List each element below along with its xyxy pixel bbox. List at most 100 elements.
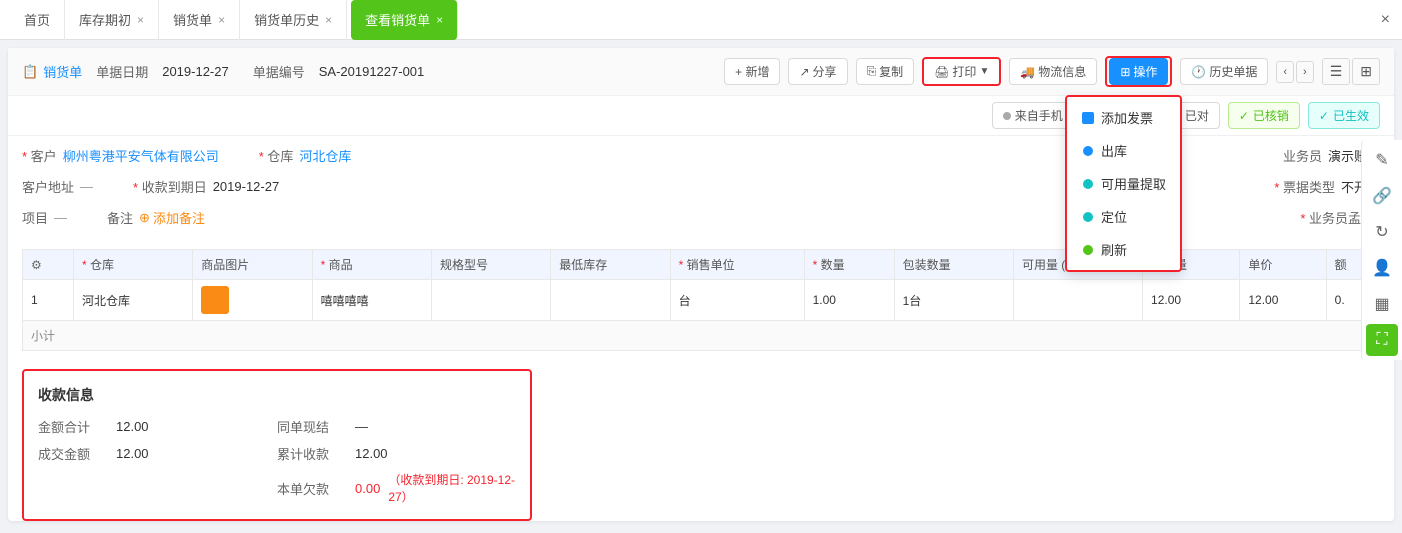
payment-date-value: 2019-12-27 <box>213 179 280 194</box>
table-sidebar-icon[interactable]: ▦ <box>1366 288 1398 320</box>
total-amount-row: 金额合计 12.00 <box>38 417 277 436</box>
add-invoice-item[interactable]: 添加发票 <box>1067 101 1180 134</box>
new-button[interactable]: + 新增 <box>724 58 780 85</box>
row-image-cell <box>193 280 312 321</box>
edit-sidebar-icon[interactable]: ✎ <box>1366 144 1398 176</box>
row-quantity-cell: 1.00 <box>804 280 894 321</box>
doc-type-tag: 📋 销货单 <box>22 62 82 81</box>
effective-check-icon: ✓ <box>1319 109 1329 123</box>
address-value: — <box>80 179 93 194</box>
tab-view-sales-order-close[interactable]: × <box>436 13 443 27</box>
refresh-item[interactable]: 刷新 <box>1067 233 1180 266</box>
right-sidebar: ✎ 🔗 ↻ 👤 ▦ ⛶ <box>1361 140 1402 360</box>
already-sold-label: 已核销 <box>1253 107 1289 124</box>
add-note-button[interactable]: ⊕ 添加备注 <box>139 208 205 227</box>
tab-bar: 首页 库存期初 × 销货单 × 销货单历史 × 查看销货单 × × <box>0 0 1402 40</box>
payment-date-label: 收款到期日 <box>133 177 207 196</box>
address-field: 客户地址 — <box>22 177 93 196</box>
customer-value[interactable]: 柳州粤港平安气体有限公司 <box>63 146 219 165</box>
row-price-cell: 12.00 <box>1240 280 1326 321</box>
tab-inventory-init-close[interactable]: × <box>137 13 144 27</box>
warehouse-label: 仓库 <box>259 146 294 165</box>
staff-label: 业务员 <box>1283 146 1322 165</box>
grid-view-button[interactable]: ⊞ <box>1352 58 1380 85</box>
row-unit-cell: 台 <box>670 280 804 321</box>
share-icon: ↗ <box>799 65 809 79</box>
user-circle-sidebar-icon[interactable]: 👤 <box>1366 252 1398 284</box>
cumulative-label: 累计收款 <box>277 444 347 463</box>
next-arrow[interactable]: › <box>1296 61 1314 83</box>
doc-type-icon: 📋 <box>22 64 38 80</box>
prev-arrow[interactable]: ‹ <box>1276 61 1294 83</box>
total-amount-label: 金额合计 <box>38 417 108 436</box>
same-order-settle-label: 同单现结 <box>277 417 347 436</box>
same-order-settle-row: 同单现结 — <box>277 417 516 436</box>
settings-icon[interactable]: ⚙ <box>31 258 42 272</box>
tab-sales-order-history-close[interactable]: × <box>325 13 332 27</box>
copy-button[interactable]: ⎘ 复制 <box>856 58 915 85</box>
owed-label: 本单欠款 <box>277 479 347 498</box>
logistics-button[interactable]: 🚚 物流信息 <box>1009 58 1097 85</box>
row-min-stock-cell <box>551 280 670 321</box>
available-qty-item[interactable]: 可用量提取 <box>1067 167 1180 200</box>
history-icon: 🕐 <box>1191 65 1206 79</box>
customer-label: 客户 <box>22 146 57 165</box>
tab-sales-order[interactable]: 销货单 × <box>159 0 240 40</box>
link-sidebar-icon[interactable]: 🔗 <box>1366 180 1398 212</box>
address-label: 客户地址 <box>22 177 74 196</box>
print-icon: 🖨 <box>934 65 949 79</box>
rotate-sidebar-icon[interactable]: ↻ <box>1366 216 1398 248</box>
payment-title: 收款信息 <box>38 385 516 405</box>
confirm-label: 已对 <box>1185 107 1209 124</box>
col-image: 商品图片 <box>193 250 312 280</box>
add-note-label: 添加备注 <box>153 208 205 227</box>
transaction-label: 成交金额 <box>38 444 108 463</box>
share-button[interactable]: ↗ 分享 <box>788 58 847 85</box>
tab-sales-order-history[interactable]: 销货单历史 × <box>240 0 347 40</box>
col-price: 单价 <box>1240 250 1326 280</box>
row-stock-cell: 12.00 <box>1143 280 1240 321</box>
doc-header-actions: + 新增 ↗ 分享 ⎘ 复制 🖨 打印 ▼ 🚚 物流信息 ⊞ <box>724 56 1380 87</box>
total-amount-value: 12.00 <box>116 419 149 434</box>
add-invoice-icon <box>1081 111 1095 125</box>
subtotal-cell: 小计 <box>23 321 1380 351</box>
product-table-container: ⚙ 仓库 商品图片 商品 规格型号 最低库存 销售单位 数量 包装数量 可用量 … <box>8 249 1394 361</box>
row-warehouse-cell: 河北仓库 <box>73 280 192 321</box>
ticket-type-label: 票据类型 <box>1274 177 1335 196</box>
tabbar-close-button[interactable]: × <box>1381 11 1390 29</box>
doc-date-value: 2019-12-27 <box>162 64 229 79</box>
copy-icon: ⎘ <box>867 64 877 79</box>
customer-field: 客户 柳州粤港平安气体有限公司 <box>22 146 219 165</box>
available-qty-label: 可用量提取 <box>1101 174 1166 193</box>
warehouse-value[interactable]: 河北仓库 <box>299 146 351 165</box>
tab-view-sales-order[interactable]: 查看销货单 × <box>351 0 458 40</box>
history-button[interactable]: 🕐 历史单据 <box>1180 58 1268 85</box>
col-min-stock: 最低库存 <box>551 250 670 280</box>
col-spec: 规格型号 <box>431 250 550 280</box>
project-field: 项目 — <box>22 208 67 227</box>
outbound-label: 出库 <box>1101 141 1127 160</box>
doc-header-left: 📋 销货单 单据日期 2019-12-27 单据编号 SA-20191227-0… <box>22 62 424 81</box>
operation-button[interactable]: ⊞ 操作 <box>1109 58 1168 85</box>
expand-sidebar-icon[interactable]: ⛶ <box>1366 324 1398 356</box>
doc-date-label: 单据日期 <box>96 62 148 81</box>
outbound-item[interactable]: 出库 <box>1067 134 1180 167</box>
print-button[interactable]: 🖨 打印 ▼ <box>922 57 1001 86</box>
tab-sales-order-close[interactable]: × <box>218 13 225 27</box>
warehouse-field: 仓库 河北仓库 <box>259 146 352 165</box>
tab-home[interactable]: 首页 <box>10 0 65 40</box>
tab-inventory-init[interactable]: 库存期初 × <box>65 0 159 40</box>
salesperson-label: 业务员孟 <box>1300 208 1361 227</box>
transaction-value: 12.00 <box>116 446 149 461</box>
view-toggle: ☰ ⊞ <box>1322 58 1380 85</box>
owed-value: 0.00 <box>355 481 380 496</box>
transaction-row: 成交金额 12.00 <box>38 444 277 463</box>
col-setting[interactable]: ⚙ <box>23 250 74 280</box>
locate-item[interactable]: 定位 <box>1067 200 1180 233</box>
print-dropdown-arrow: ▼ <box>979 66 989 77</box>
owed-row: 本单欠款 0.00 （收款到期日: 2019-12-27） <box>277 471 516 505</box>
col-quantity: 数量 <box>804 250 894 280</box>
note-field: 备注 ⊕ 添加备注 <box>107 208 205 227</box>
from-mobile-button[interactable]: 来自手机 <box>992 102 1074 129</box>
list-view-button[interactable]: ☰ <box>1322 58 1351 85</box>
